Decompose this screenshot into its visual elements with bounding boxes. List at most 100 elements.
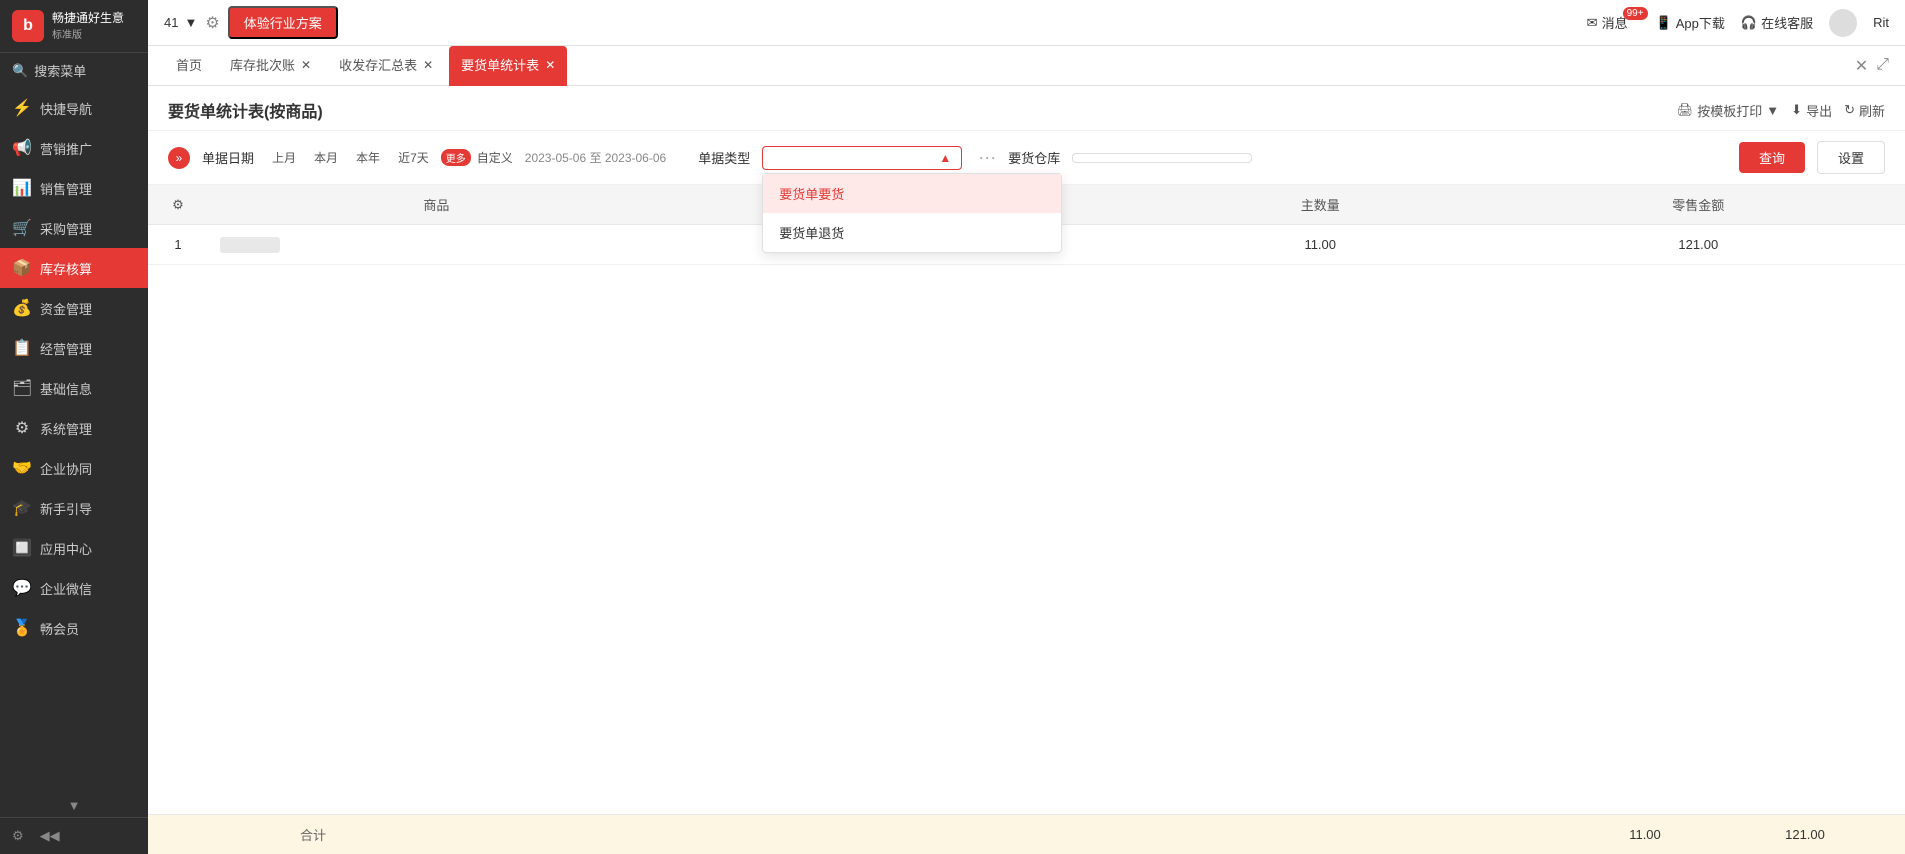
sidebar-item-quick-nav[interactable]: ⚡ 快捷导航 bbox=[0, 88, 148, 128]
tab-home-label: 首页 bbox=[176, 55, 202, 74]
print-btn[interactable]: 🖨 按模板打印 ▼ bbox=[1677, 101, 1779, 120]
phone-icon: 📱 bbox=[1656, 15, 1672, 31]
purchase-icon: 🛒 bbox=[12, 218, 32, 238]
sidebar-item-sales[interactable]: 📊 销售管理 bbox=[0, 168, 148, 208]
sidebar-item-label: 销售管理 bbox=[40, 179, 92, 198]
sidebar-item-basic[interactable]: 🗂 基础信息 bbox=[0, 368, 148, 408]
export-btn[interactable]: ⬇ 导出 bbox=[1791, 101, 1832, 120]
page-header: 要货单统计表(按商品) 🖨 按模板打印 ▼ ⬇ 导出 ↻ 刷新 bbox=[148, 86, 1905, 130]
sidebar-item-purchase[interactable]: 🛒 采购管理 bbox=[0, 208, 148, 248]
finance-icon: 💰 bbox=[12, 298, 32, 318]
sidebar-item-system[interactable]: ⚙ 系统管理 bbox=[0, 408, 148, 448]
sidebar-item-finance[interactable]: 💰 资金管理 bbox=[0, 288, 148, 328]
tab-close-all-btn[interactable]: ✕ bbox=[1855, 56, 1868, 76]
headset-icon: 🎧 bbox=[1741, 15, 1757, 31]
table-container: ⚙ 商品 主计量单位 主数量 零售金额 1 bbox=[148, 185, 1905, 814]
sidebar-item-member[interactable]: 🏅 畅会员 bbox=[0, 608, 148, 648]
tab-inventory-batch-label: 库存批次账 bbox=[230, 55, 295, 74]
date-last-month-btn[interactable]: 上月 bbox=[266, 147, 302, 168]
sidebar-item-label: 营销推广 bbox=[40, 139, 92, 158]
th-quantity: 主数量 bbox=[1149, 185, 1492, 225]
sidebar-item-label: 库存核算 bbox=[40, 259, 92, 278]
sidebar-item-label: 畅会员 bbox=[40, 619, 79, 638]
tab-inventory-batch-close[interactable]: ✕ bbox=[301, 58, 311, 72]
filter-more-btn[interactable]: ··· bbox=[978, 147, 996, 168]
refresh-btn[interactable]: ↻ 刷新 bbox=[1844, 101, 1885, 120]
row-quantity: 11.00 bbox=[1149, 225, 1492, 265]
app-download-btn[interactable]: 📱 App下载 bbox=[1656, 13, 1725, 32]
footer-quantity: 11.00 bbox=[1629, 827, 1661, 842]
tab-home[interactable]: 首页 bbox=[164, 46, 214, 86]
dropdown-item-order-return[interactable]: 要货单退货 bbox=[763, 213, 1061, 252]
wechat-icon: 💬 bbox=[12, 578, 32, 598]
th-product: 商品 bbox=[208, 185, 665, 225]
export-icon: ⬇ bbox=[1791, 102, 1802, 118]
date-this-month-btn[interactable]: 本月 bbox=[308, 147, 344, 168]
store-number: 41 bbox=[164, 15, 178, 30]
tab-send-receive-label: 收发存汇总表 bbox=[339, 55, 417, 74]
main-content: 41 ▼ ⚙ 体验行业方案 ✉ 消息 99+ 📱 App下载 🎧 在线客服 Ri… bbox=[148, 0, 1905, 854]
trial-btn[interactable]: 体验行业方案 bbox=[228, 6, 338, 39]
sidebar-item-apps[interactable]: 🔲 应用中心 bbox=[0, 528, 148, 568]
sidebar-item-inventory[interactable]: 📦 库存核算 bbox=[0, 248, 148, 288]
app-logo: b 畅捷通好生意 标准版 bbox=[0, 0, 148, 53]
sidebar-scroll-down[interactable]: ▼ bbox=[0, 794, 148, 817]
basic-icon: 🗂 bbox=[12, 378, 32, 398]
quick-nav-icon: ⚡ bbox=[12, 98, 32, 118]
inventory-icon: 📦 bbox=[12, 258, 32, 278]
tab-send-receive-close[interactable]: ✕ bbox=[423, 58, 433, 72]
marketing-icon: 📢 bbox=[12, 138, 32, 158]
page-title: 要货单统计表(按商品) bbox=[168, 98, 323, 122]
setting-btn[interactable]: 设置 bbox=[1817, 141, 1885, 174]
messages-btn[interactable]: ✉ 消息 99+ bbox=[1587, 13, 1640, 32]
date-custom-btn[interactable]: 自定义 bbox=[477, 149, 513, 166]
th-gear[interactable]: ⚙ bbox=[148, 185, 208, 225]
query-btn[interactable]: 查询 bbox=[1739, 142, 1805, 173]
date-this-year-btn[interactable]: 本年 bbox=[350, 147, 386, 168]
footer-total-label: 合计 bbox=[240, 828, 326, 843]
sidebar-item-operation[interactable]: 📋 经营管理 bbox=[0, 328, 148, 368]
date-7days-btn[interactable]: 近7天 bbox=[392, 147, 435, 168]
search-label: 搜索菜单 bbox=[34, 61, 86, 80]
sidebar-item-label: 企业微信 bbox=[40, 579, 92, 598]
warehouse-label: 要货仓库 bbox=[1008, 148, 1060, 167]
service-label: 在线客服 bbox=[1761, 13, 1813, 32]
tab-send-receive[interactable]: 收发存汇总表 ✕ bbox=[327, 46, 445, 86]
export-label: 导出 bbox=[1806, 101, 1832, 120]
sidebar-item-label: 资金管理 bbox=[40, 299, 92, 318]
sidebar-item-label: 经营管理 bbox=[40, 339, 92, 358]
tab-inventory-batch[interactable]: 库存批次账 ✕ bbox=[218, 46, 323, 86]
tab-order-stat[interactable]: 要货单统计表 ✕ bbox=[449, 46, 567, 86]
expand-icon: » bbox=[176, 151, 183, 165]
sidebar-item-marketing[interactable]: 📢 营销推广 bbox=[0, 128, 148, 168]
sidebar-bottom: ⚙ ◀◀ bbox=[0, 817, 148, 854]
search-icon: 🔍 bbox=[12, 63, 28, 79]
warehouse-select[interactable] bbox=[1072, 153, 1252, 163]
tab-order-stat-close[interactable]: ✕ bbox=[545, 58, 555, 72]
store-selector[interactable]: 41 ▼ bbox=[164, 15, 197, 30]
date-more-badge[interactable]: 更多 bbox=[441, 149, 471, 166]
guide-icon: 🎓 bbox=[12, 498, 32, 518]
search-menu[interactable]: 🔍 搜索菜单 bbox=[0, 53, 148, 88]
filter-expand-btn[interactable]: » bbox=[168, 147, 190, 169]
settings-icon[interactable]: ⚙ bbox=[12, 828, 24, 844]
table-footer: 合计 11.00 121.00 bbox=[148, 814, 1905, 854]
system-icon: ⚙ bbox=[12, 418, 32, 438]
sidebar-item-enterprise[interactable]: 🤝 企业协同 bbox=[0, 448, 148, 488]
page-actions: 🖨 按模板打印 ▼ ⬇ 导出 ↻ 刷新 bbox=[1677, 101, 1885, 120]
sidebar-item-label: 应用中心 bbox=[40, 539, 92, 558]
tab-expand-btn[interactable]: ⤢ bbox=[1876, 56, 1889, 76]
logo-icon: b bbox=[12, 10, 44, 42]
collapse-icon[interactable]: ◀◀ bbox=[40, 828, 60, 844]
message-icon: ✉ bbox=[1587, 15, 1598, 31]
page-content: 要货单统计表(按商品) 🖨 按模板打印 ▼ ⬇ 导出 ↻ 刷新 bbox=[148, 86, 1905, 854]
topbar-gear-icon[interactable]: ⚙ bbox=[205, 13, 219, 33]
sidebar-item-guide[interactable]: 🎓 新手引导 bbox=[0, 488, 148, 528]
dropdown-item-order-delivery[interactable]: 要货单要货 bbox=[763, 174, 1061, 213]
user-avatar[interactable] bbox=[1829, 9, 1857, 37]
sidebar-item-wechat[interactable]: 💬 企业微信 bbox=[0, 568, 148, 608]
service-btn[interactable]: 🎧 在线客服 bbox=[1741, 13, 1813, 32]
date-label: 单据日期 bbox=[202, 148, 254, 167]
type-select[interactable]: ▲ 要货单要货 要货单退货 bbox=[762, 146, 962, 170]
refresh-icon: ↻ bbox=[1844, 102, 1855, 118]
